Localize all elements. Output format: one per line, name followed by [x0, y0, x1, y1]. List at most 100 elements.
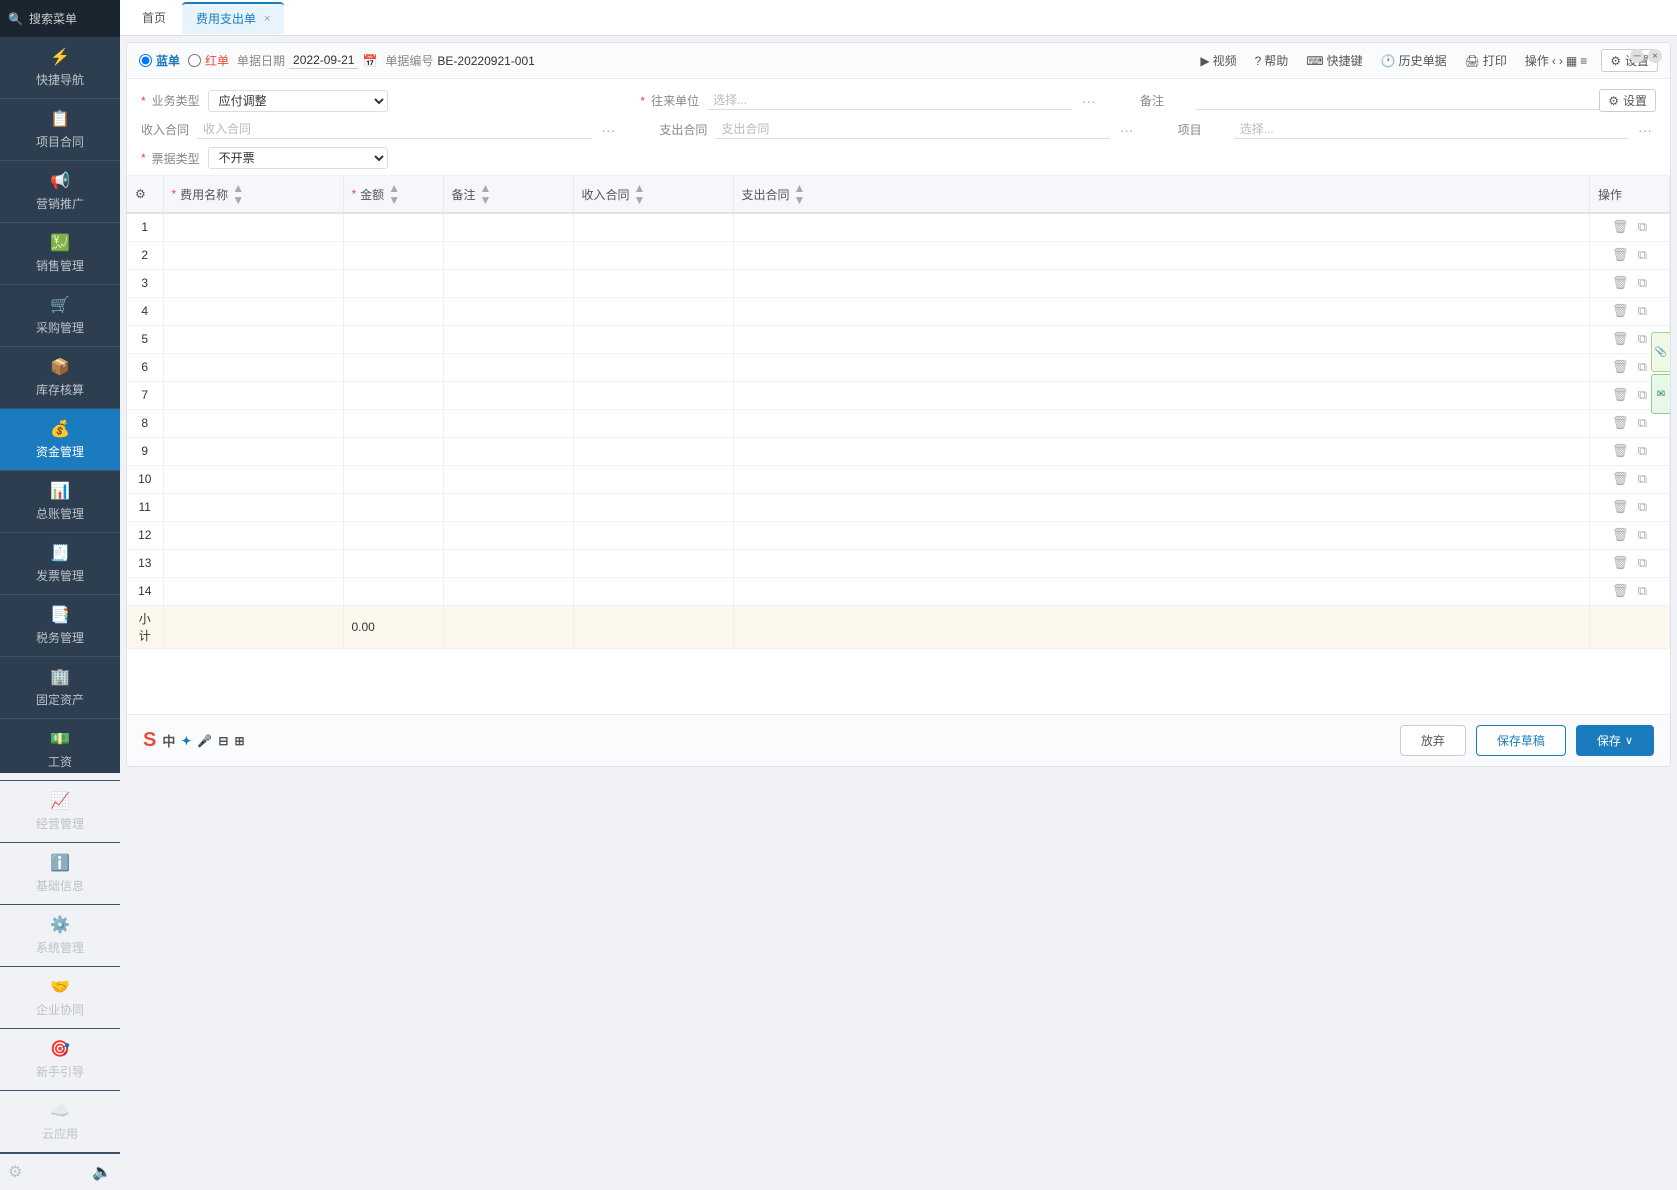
settings-icon[interactable]: ⚙	[8, 1162, 22, 1182]
help-button[interactable]: ? 帮助	[1251, 50, 1293, 71]
project-input[interactable]	[1234, 120, 1628, 139]
cell-amount[interactable]	[343, 493, 443, 521]
copy-row-button[interactable]: ⧉	[1635, 526, 1650, 544]
cell-amount[interactable]	[343, 213, 443, 241]
cell-name[interactable]	[163, 409, 343, 437]
copy-row-button[interactable]: ⧉	[1635, 330, 1650, 348]
copy-row-button[interactable]: ⧉	[1635, 498, 1650, 516]
delete-row-button[interactable]: 🗑	[1609, 358, 1632, 376]
cell-remark[interactable]	[443, 353, 573, 381]
cell-expense-contract[interactable]	[733, 521, 1590, 549]
sidebar-item-sales[interactable]: 💹销售管理	[0, 223, 120, 285]
cell-amount[interactable]	[343, 549, 443, 577]
cell-amount[interactable]	[343, 269, 443, 297]
delete-row-button[interactable]: 🗑	[1609, 442, 1632, 460]
cell-remark[interactable]	[443, 297, 573, 325]
cell-income-contract[interactable]	[573, 493, 733, 521]
copy-row-button[interactable]: ⧉	[1635, 554, 1650, 572]
save-button[interactable]: 保存 ∨	[1576, 725, 1654, 756]
action-button[interactable]: 操作 ‹ › ▦ ≡	[1521, 50, 1591, 71]
cell-income-contract[interactable]	[573, 437, 733, 465]
sidebar-item-marketing[interactable]: 📢营销推广	[0, 161, 120, 223]
delete-row-button[interactable]: 🗑	[1609, 302, 1632, 320]
cell-income-contract[interactable]	[573, 213, 733, 241]
sort-arrows-income[interactable]: ▲▼	[634, 182, 646, 206]
cell-remark[interactable]	[443, 577, 573, 605]
sidebar-item-invoice[interactable]: 🧾发票管理	[0, 533, 120, 595]
delete-row-button[interactable]: 🗑	[1609, 246, 1632, 264]
sidebar-item-system[interactable]: ⚙️系统管理	[0, 905, 120, 967]
delete-row-button[interactable]: 🗑	[1609, 470, 1632, 488]
cell-income-contract[interactable]	[573, 521, 733, 549]
cell-name[interactable]	[163, 353, 343, 381]
cell-income-contract[interactable]	[573, 241, 733, 269]
sidebar-item-new-guide[interactable]: 🎯新手引导	[0, 1029, 120, 1091]
project-dots[interactable]: ···	[1634, 122, 1656, 138]
cell-income-contract[interactable]	[573, 381, 733, 409]
cell-name[interactable]	[163, 269, 343, 297]
delete-row-button[interactable]: 🗑	[1609, 218, 1632, 236]
delete-row-button[interactable]: 🗑	[1609, 274, 1632, 292]
delete-row-button[interactable]: 🗑	[1609, 582, 1632, 600]
tab-close-icon[interactable]: ×	[264, 13, 270, 25]
sort-arrows-expense[interactable]: ▲▼	[794, 182, 806, 206]
sidebar-item-quick-nav[interactable]: ⚡快捷导航	[0, 37, 120, 99]
attach-tab-button[interactable]: 📎	[1651, 332, 1671, 372]
cell-remark[interactable]	[443, 325, 573, 353]
calendar-icon[interactable]: 📅	[362, 54, 377, 68]
cell-income-contract[interactable]	[573, 409, 733, 437]
cell-expense-contract[interactable]	[733, 297, 1590, 325]
sidebar-item-basic-info[interactable]: ℹ️基础信息	[0, 843, 120, 905]
tab-home[interactable]: 首页	[128, 2, 180, 34]
cell-amount[interactable]	[343, 241, 443, 269]
cell-remark[interactable]	[443, 381, 573, 409]
sort-arrows-name[interactable]: ▲▼	[232, 182, 244, 206]
cell-name[interactable]	[163, 549, 343, 577]
cell-income-contract[interactable]	[573, 577, 733, 605]
save-draft-button[interactable]: 保存草稿	[1476, 725, 1566, 756]
cell-amount[interactable]	[343, 577, 443, 605]
cell-amount[interactable]	[343, 521, 443, 549]
expense-contract-input[interactable]	[715, 120, 1109, 139]
video-button[interactable]: ▶ 视频	[1196, 50, 1240, 71]
minimize-button[interactable]: ─	[1630, 49, 1644, 63]
sidebar-item-purchase[interactable]: 🛒采购管理	[0, 285, 120, 347]
expense-contract-dots[interactable]: ···	[1116, 122, 1138, 138]
cell-remark[interactable]	[443, 549, 573, 577]
sidebar-item-cloud-apps[interactable]: ☁️云应用	[0, 1091, 120, 1153]
cell-name[interactable]	[163, 437, 343, 465]
radio-red[interactable]	[188, 54, 201, 67]
cell-amount[interactable]	[343, 465, 443, 493]
copy-row-button[interactable]: ⧉	[1635, 582, 1650, 600]
cell-income-contract[interactable]	[573, 269, 733, 297]
cell-name[interactable]	[163, 493, 343, 521]
copy-row-button[interactable]: ⧉	[1635, 386, 1650, 404]
cell-expense-contract[interactable]	[733, 409, 1590, 437]
sort-arrows-remark[interactable]: ▲▼	[480, 182, 492, 206]
cell-name[interactable]	[163, 241, 343, 269]
th-gear[interactable]: ⚙	[127, 176, 163, 213]
cell-remark[interactable]	[443, 409, 573, 437]
cell-expense-contract[interactable]	[733, 269, 1590, 297]
cell-name[interactable]	[163, 381, 343, 409]
sidebar-item-accounting[interactable]: 📊总账管理	[0, 471, 120, 533]
discard-button[interactable]: 放弃	[1400, 725, 1466, 756]
cell-remark[interactable]	[443, 437, 573, 465]
cell-remark[interactable]	[443, 465, 573, 493]
copy-row-button[interactable]: ⧉	[1635, 358, 1650, 376]
cell-expense-contract[interactable]	[733, 493, 1590, 521]
cell-expense-contract[interactable]	[733, 437, 1590, 465]
sidebar-item-salary[interactable]: 💵工资	[0, 719, 120, 781]
cell-expense-contract[interactable]	[733, 465, 1590, 493]
cell-name[interactable]	[163, 521, 343, 549]
sidebar-item-cooperation[interactable]: 🤝企业协同	[0, 967, 120, 1029]
sidebar-item-fixed-assets[interactable]: 🏢固定资产	[0, 657, 120, 719]
copy-row-button[interactable]: ⧉	[1635, 442, 1650, 460]
speaker-icon[interactable]: 🔈	[92, 1162, 112, 1182]
radio-blue[interactable]	[139, 54, 152, 67]
delete-row-button[interactable]: 🗑	[1609, 330, 1632, 348]
sidebar-item-finance[interactable]: 💰资金管理	[0, 409, 120, 471]
partner-dots[interactable]: ···	[1078, 93, 1100, 109]
cell-expense-contract[interactable]	[733, 325, 1590, 353]
cell-remark[interactable]	[443, 521, 573, 549]
